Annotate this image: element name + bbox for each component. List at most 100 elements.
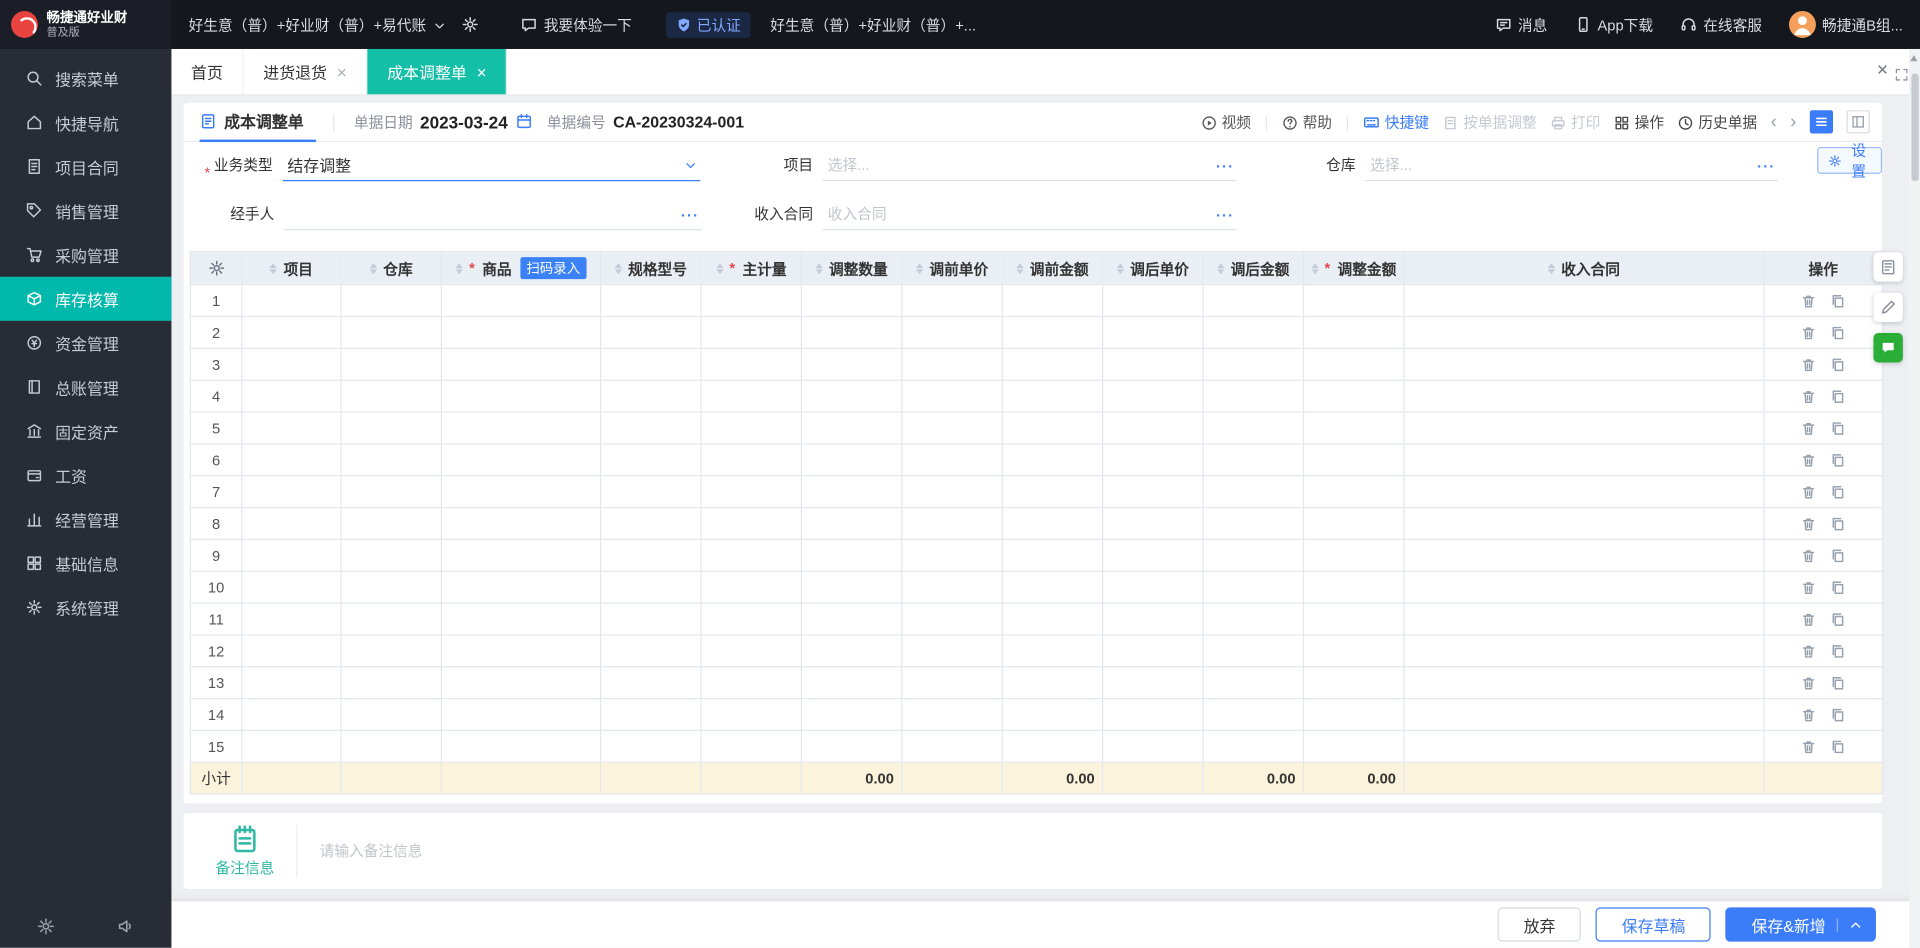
cell[interactable] [1202,475,1305,509]
sort-arrows-icon[interactable] [614,262,623,274]
cell[interactable] [1403,475,1765,509]
cell[interactable] [700,475,803,509]
cell[interactable] [241,475,342,509]
online-service-link[interactable]: 在线客服 [1680,14,1762,35]
product-switcher[interactable]: 好生意（普）+好业财（普）+易代账 [189,14,447,35]
sidebar-item-ledger[interactable]: 总账管理 [0,365,171,409]
cell[interactable] [440,379,602,413]
cell[interactable] [1403,570,1765,604]
cell[interactable] [901,315,1003,349]
cell[interactable] [340,570,443,604]
cell[interactable] [1302,315,1405,349]
warehouse-select[interactable]: 选择... ··· [1365,149,1778,182]
cell[interactable] [1001,411,1104,445]
cell[interactable] [440,538,602,572]
cell[interactable] [1202,570,1305,604]
tab-home[interactable]: 首页 [171,48,244,95]
cell[interactable] [700,697,803,732]
column-header-3[interactable]: 规格型号 [600,251,702,286]
delete-row-icon[interactable] [1800,451,1817,468]
experience-link[interactable]: 我要体验一下 [520,14,632,35]
cell[interactable] [241,379,342,413]
column-header-8[interactable]: 调后单价 [1102,251,1204,286]
cell[interactable] [800,379,903,413]
copy-row-icon[interactable] [1829,292,1846,309]
project-select[interactable]: 选择... ··· [822,149,1237,182]
cell[interactable] [340,284,443,318]
sidebar-item-salary[interactable]: 工资 [0,453,171,497]
cell[interactable] [1202,443,1305,477]
cell[interactable] [800,443,903,477]
delete-row-icon[interactable] [1800,419,1817,436]
copy-row-icon[interactable] [1829,578,1846,595]
cell[interactable] [340,506,443,541]
cell[interactable] [901,666,1003,700]
cell[interactable] [1102,602,1204,636]
column-header-2[interactable]: * 商品 扫码录入 [440,251,602,286]
sort-arrows-icon[interactable] [1217,262,1225,274]
tab-purchase-return[interactable]: 进货退货 × [244,48,368,95]
delete-row-icon[interactable] [1800,387,1817,404]
column-header-0[interactable]: 项目 [241,251,342,286]
certified-badge[interactable]: 已认证 [666,11,751,38]
settings-button[interactable]: 设置 [1817,142,1883,180]
copy-row-icon[interactable] [1829,323,1846,340]
ellipsis-icon[interactable]: ··· [681,207,699,224]
cell[interactable] [241,570,342,604]
cell[interactable] [1102,379,1204,413]
cell[interactable] [700,538,803,572]
cell[interactable] [1403,443,1765,477]
cell[interactable] [1001,666,1104,700]
cell[interactable] [440,315,602,349]
cell[interactable] [901,411,1003,445]
cell[interactable] [340,666,443,700]
cell[interactable] [901,634,1003,668]
scrollbar-thumb[interactable] [1910,73,1919,182]
cell[interactable] [800,475,903,509]
cell[interactable] [901,475,1003,509]
cell[interactable] [340,379,443,413]
column-header-10[interactable]: * 调整金额 [1302,251,1405,286]
column-header-1[interactable]: 仓库 [340,251,443,286]
cell[interactable] [1302,634,1405,668]
cell[interactable] [440,602,602,636]
scrollbar[interactable] [1908,48,1920,948]
cell[interactable] [901,284,1003,318]
cell[interactable] [1302,411,1405,445]
cell[interactable] [340,475,443,509]
remark-block[interactable]: 备注信息 [206,824,284,878]
sort-arrows-icon[interactable] [815,262,823,274]
cell[interactable] [440,411,602,445]
cell[interactable] [1302,506,1405,541]
cell[interactable] [800,666,903,700]
cell[interactable] [800,315,903,349]
sidebar-item-baseinfo[interactable]: 基础信息 [0,541,171,585]
copy-row-icon[interactable] [1829,483,1846,500]
cell[interactable] [1202,729,1305,763]
cell[interactable] [1403,666,1765,700]
copy-row-icon[interactable] [1829,737,1846,754]
cell[interactable] [440,729,602,763]
close-tab-icon[interactable]: × [337,63,347,80]
column-header-11[interactable]: 收入合同 [1403,251,1765,286]
chevron-down-icon[interactable] [683,156,698,173]
cell[interactable] [1001,634,1104,668]
discard-button[interactable]: 放弃 [1497,907,1582,942]
cell[interactable] [700,411,803,445]
cell[interactable] [1001,475,1104,509]
cell[interactable] [1403,379,1765,413]
sort-arrows-icon[interactable] [1547,262,1556,274]
cell[interactable] [901,570,1003,604]
delete-row-icon[interactable] [1800,705,1817,722]
column-settings-button[interactable] [189,251,243,286]
cell[interactable] [1403,347,1765,381]
delete-row-icon[interactable] [1800,514,1817,531]
delete-row-icon[interactable] [1800,292,1817,309]
cell[interactable] [600,347,702,381]
scan-input-button[interactable]: 扫码录入 [520,257,587,280]
cell[interactable] [1202,379,1305,413]
cell[interactable] [1102,475,1204,509]
cell[interactable] [1001,602,1104,636]
column-header-4[interactable]: * 主计量 [700,251,803,286]
cell[interactable] [340,411,443,445]
